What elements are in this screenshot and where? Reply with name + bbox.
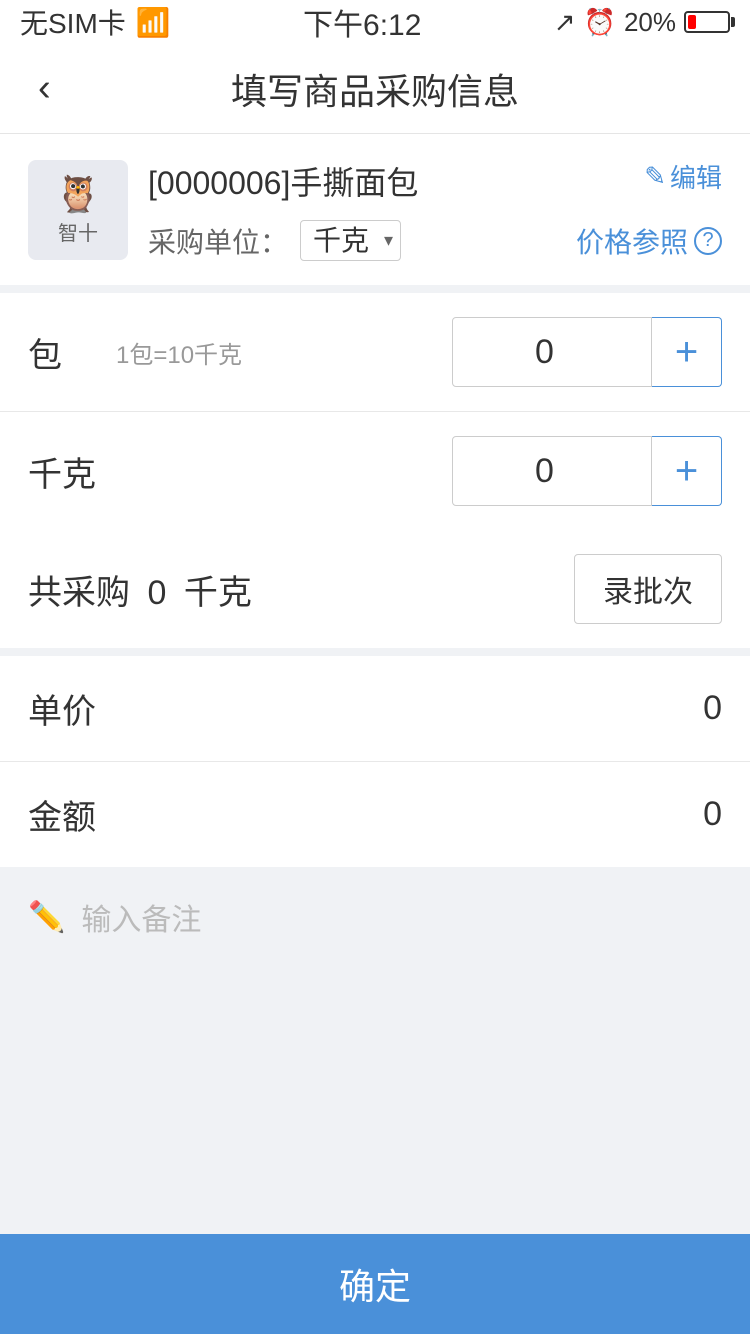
back-button[interactable]: ‹	[28, 57, 61, 120]
unit-label-text: 采购单位：	[148, 221, 288, 261]
bag-quantity-input[interactable]	[452, 317, 652, 387]
total-prefix: 共采购	[28, 574, 130, 612]
battery-percent: 20%	[624, 7, 676, 38]
product-unit-row: 采购单位： 千克 价格参照 ?	[148, 220, 722, 261]
amount-row: 金额 0	[0, 762, 750, 867]
edit-label: 编辑	[670, 158, 722, 195]
price-ref-button[interactable]: 价格参照 ?	[576, 221, 722, 261]
input-section: 包 1包=10千克 + 千克 +	[0, 293, 750, 530]
battery-icon	[684, 11, 730, 33]
price-ref-label: 价格参照	[576, 221, 688, 261]
product-name-row: [0000006]手撕面包 ✎ 编辑	[148, 158, 722, 204]
owl-icon: 🦉	[56, 173, 101, 215]
unit-select[interactable]: 千克	[300, 220, 401, 261]
content-area	[0, 967, 750, 1247]
bag-sublabel: 1包=10千克	[116, 335, 242, 370]
note-placeholder: 输入备注	[81, 895, 201, 939]
nav-bar: ‹ 填写商品采购信息	[0, 44, 750, 134]
kg-plus-button[interactable]: +	[652, 436, 722, 506]
kg-quantity-input[interactable]	[452, 436, 652, 506]
note-section[interactable]: ✏️ 输入备注	[0, 867, 750, 967]
amount-value: 0	[703, 795, 722, 834]
batch-button[interactable]: 录批次	[574, 554, 722, 624]
brand-text: 智十	[58, 217, 98, 246]
kg-input-controls: +	[452, 436, 722, 506]
price-section: 单价 0 金额 0	[0, 656, 750, 867]
total-unit: 千克	[184, 574, 252, 612]
unit-select-wrapper[interactable]: 千克	[300, 220, 401, 261]
total-text: 共采购 0 千克	[28, 565, 252, 614]
product-info: [0000006]手撕面包 ✎ 编辑 采购单位： 千克 价格参照 ?	[148, 158, 722, 261]
unit-price-value: 0	[703, 689, 722, 728]
product-name: [0000006]手撕面包	[148, 158, 418, 204]
unit-price-label: 单价	[28, 684, 96, 733]
total-row: 共采购 0 千克 录批次	[0, 530, 750, 656]
product-card: 🦉 智十 [0000006]手撕面包 ✎ 编辑 采购单位： 千克 价格参照 ?	[0, 134, 750, 293]
confirm-button[interactable]: 确定	[0, 1234, 750, 1334]
total-amount: 0	[147, 574, 166, 612]
product-thumbnail: 🦉 智十	[28, 160, 128, 260]
bag-label: 包	[28, 328, 108, 377]
bag-input-row: 包 1包=10千克 +	[0, 293, 750, 412]
bag-plus-icon: +	[675, 330, 698, 375]
alarm-icon: ⏰	[584, 7, 616, 38]
bag-input-controls: +	[452, 317, 722, 387]
unit-price-row: 单价 0	[0, 656, 750, 762]
status-time: 下午6:12	[303, 0, 421, 44]
kg-input-row: 千克 +	[0, 412, 750, 530]
amount-label: 金额	[28, 790, 96, 839]
page-title: 填写商品采购信息	[231, 63, 519, 115]
kg-label: 千克	[28, 447, 108, 496]
carrier-text: 无SIM卡	[20, 2, 126, 42]
edit-button[interactable]: ✎ 编辑	[644, 158, 722, 195]
kg-plus-icon: +	[675, 449, 698, 494]
battery-fill	[688, 15, 696, 29]
pencil-icon: ✏️	[28, 900, 65, 935]
status-bar: 无SIM卡 📶 下午6:12 ↗ ⏰ 20%	[0, 0, 750, 44]
location-icon: ↗	[554, 7, 576, 38]
wifi-icon: 📶	[136, 6, 171, 39]
edit-icon: ✎	[644, 161, 666, 192]
status-left: 无SIM卡 📶	[20, 2, 171, 42]
status-right: ↗ ⏰ 20%	[554, 7, 730, 38]
help-icon: ?	[694, 227, 722, 255]
unit-selector: 采购单位： 千克	[148, 220, 401, 261]
bag-plus-button[interactable]: +	[652, 317, 722, 387]
